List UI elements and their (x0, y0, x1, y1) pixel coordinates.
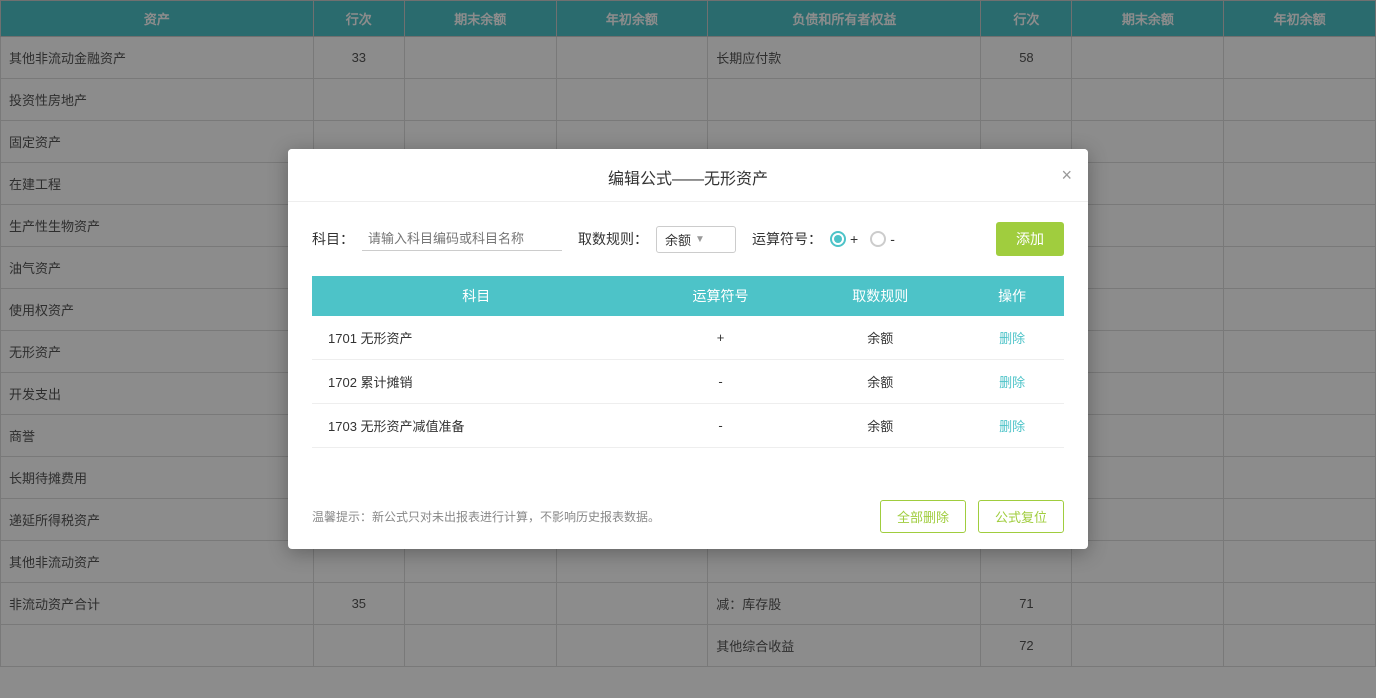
formula-operator: - (641, 360, 801, 404)
rule-label: 取数规则： (578, 229, 648, 249)
modal-body: 科目： 取数规则： 余额 ▼ 运算符号： + (288, 202, 1088, 488)
delete-row-button[interactable]: 删除 (999, 372, 1025, 391)
formula-operator: + (641, 316, 801, 360)
operator-field-group: 运算符号： + - (752, 229, 895, 249)
th-rule: 取数规则 (800, 276, 960, 316)
chevron-down-icon: ▼ (695, 234, 705, 245)
radio-plus-circle (830, 231, 846, 247)
formula-action: 删除 (960, 316, 1064, 360)
formula-row: 1702 累计摊销-余额 删除 (312, 360, 1064, 404)
formula-subject: 1703 无形资产减值准备 (312, 404, 641, 448)
formula-subject: 1702 累计摊销 (312, 360, 641, 404)
formula-subject: 1701 无形资产 (312, 316, 641, 360)
formula-rule: 余额 (800, 316, 960, 360)
footer-buttons: 全部删除 公式复位 (880, 500, 1064, 533)
add-button[interactable]: 添加 (996, 222, 1064, 256)
reset-formula-button[interactable]: 公式复位 (978, 500, 1064, 533)
th-subject: 科目 (312, 276, 641, 316)
modal-close-button[interactable]: × (1061, 166, 1072, 184)
subject-label: 科目： (312, 229, 354, 249)
formula-row: 1703 无形资产减值准备-余额 删除 (312, 404, 1064, 448)
rule-select-value: 余额 (665, 230, 691, 249)
formula-operator: - (641, 404, 801, 448)
formula-table: 科目 运算符号 取数规则 操作 1701 无形资产+余额删除1702 累计摊销-… (312, 276, 1064, 448)
subject-input[interactable] (362, 227, 562, 251)
modal-footer: 温馨提示：新公式只对未出报表进行计算，不影响历史报表数据。 全部删除 公式复位 (288, 488, 1088, 549)
operator-minus-label: - (890, 231, 895, 247)
delete-row-button[interactable]: 删除 (999, 416, 1025, 435)
subject-field-group: 科目： (312, 227, 562, 251)
formula-action: 删除 (960, 360, 1064, 404)
radio-minus-circle (870, 231, 886, 247)
rule-select[interactable]: 余额 ▼ (656, 226, 736, 253)
rule-field-group: 取数规则： 余额 ▼ (578, 226, 736, 253)
footer-hint: 温馨提示：新公式只对未出报表进行计算，不影响历史报表数据。 (312, 508, 660, 525)
operator-plus-label: + (850, 231, 858, 247)
modal-header: 编辑公式——无形资产 × (288, 149, 1088, 202)
form-row: 科目： 取数规则： 余额 ▼ 运算符号： + (312, 222, 1064, 256)
formula-row: 1701 无形资产+余额 删除 (312, 316, 1064, 360)
modal-overlay: 编辑公式——无形资产 × 科目： 取数规则： 余额 ▼ 运算 (0, 0, 1376, 698)
operator-label: 运算符号： (752, 229, 822, 249)
formula-rule: 余额 (800, 404, 960, 448)
operator-minus-radio[interactable]: - (870, 231, 895, 247)
th-operator: 运算符号 (641, 276, 801, 316)
modal-title: 编辑公式——无形资产 (608, 165, 768, 189)
delete-all-button[interactable]: 全部删除 (880, 500, 966, 533)
formula-action: 删除 (960, 404, 1064, 448)
delete-row-button[interactable]: 删除 (999, 328, 1025, 347)
modal-dialog: 编辑公式——无形资产 × 科目： 取数规则： 余额 ▼ 运算 (288, 149, 1088, 549)
operator-plus-radio[interactable]: + (830, 231, 858, 247)
operator-radio-group: + - (830, 231, 895, 247)
formula-rule: 余额 (800, 360, 960, 404)
th-action: 操作 (960, 276, 1064, 316)
